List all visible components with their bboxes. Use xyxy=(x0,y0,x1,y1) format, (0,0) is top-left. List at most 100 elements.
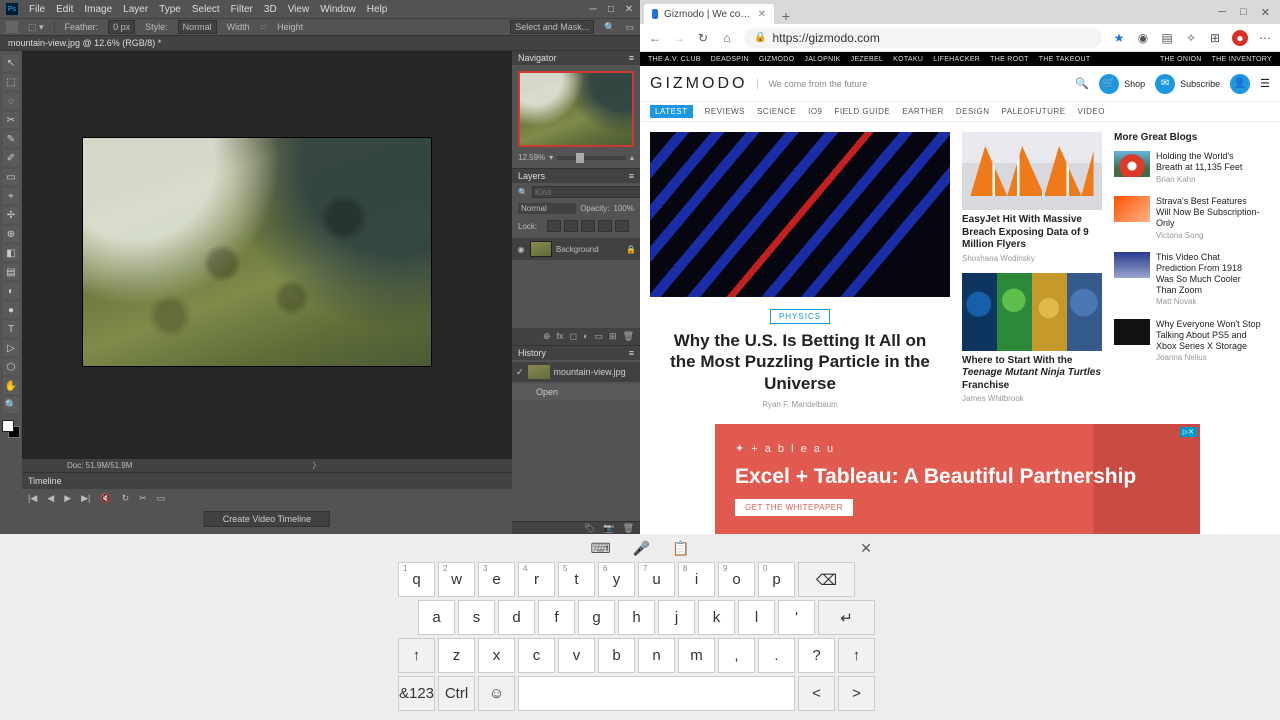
nav-io9[interactable]: IO9 xyxy=(808,107,822,116)
tool-10[interactable]: ◧ xyxy=(3,245,19,261)
menu-window[interactable]: Window xyxy=(320,4,356,15)
menu-layer[interactable]: Layer xyxy=(123,4,148,15)
key-'[interactable]: ' xyxy=(778,600,815,635)
article-card[interactable]: EasyJet Hit With Massive Breach Exposing… xyxy=(962,132,1102,263)
nav-reviews[interactable]: REVIEWS xyxy=(705,107,745,116)
network-link[interactable]: LIFEHACKER xyxy=(933,56,980,63)
menu-image[interactable]: Image xyxy=(84,4,112,15)
sidebar-item[interactable]: Strava's Best Features Will Now Be Subsc… xyxy=(1114,196,1262,240)
article-author[interactable]: Shoshana Wodinsky xyxy=(962,254,1102,263)
profile-icon[interactable]: ● xyxy=(1232,30,1248,46)
network-link[interactable]: KOTAKU xyxy=(893,56,923,63)
tl-prev-icon[interactable]: ◀ xyxy=(47,493,54,504)
close-button[interactable]: ✕ xyxy=(1261,6,1270,19)
history-step[interactable]: Open xyxy=(512,384,640,400)
tl-first-icon[interactable]: |◀ xyxy=(28,493,37,504)
tool-11[interactable]: ▤ xyxy=(3,264,19,280)
key-o[interactable]: 9o xyxy=(718,562,755,597)
key-.[interactable]: . xyxy=(758,638,795,673)
lock-all-icon[interactable] xyxy=(615,220,629,232)
key-⌫[interactable]: ⌫ xyxy=(798,562,855,597)
feather-input[interactable]: 0 px xyxy=(108,20,135,34)
network-link[interactable]: THE ROOT xyxy=(990,56,1029,63)
key-p[interactable]: 0p xyxy=(758,562,795,597)
lock-pixels-icon[interactable] xyxy=(564,220,578,232)
search-icon[interactable]: 🔍 xyxy=(1075,77,1089,90)
network-link[interactable]: GIZMODO xyxy=(759,56,795,63)
key-,[interactable]: , xyxy=(718,638,755,673)
zoom-value[interactable]: 12.59% xyxy=(518,153,545,162)
key-i[interactable]: 8i xyxy=(678,562,715,597)
tool-8[interactable]: ✢ xyxy=(3,207,19,223)
maximize-button[interactable]: □ xyxy=(606,4,616,14)
maximize-button[interactable]: □ xyxy=(1240,6,1247,19)
zoom-slider[interactable] xyxy=(557,156,626,160)
key-&123[interactable]: &123 xyxy=(398,676,435,711)
key-d[interactable]: d xyxy=(498,600,535,635)
network-link[interactable]: THE TAKEOUT xyxy=(1039,56,1091,63)
sidebar-item[interactable]: Holding the World's Breath at 11,135 Fee… xyxy=(1114,151,1262,184)
network-link[interactable]: DEADSPIN xyxy=(711,56,749,63)
layer-name[interactable]: Background xyxy=(556,245,599,254)
close-button[interactable]: ✕ xyxy=(624,4,634,14)
network-link[interactable]: THE INVENTORY xyxy=(1212,56,1272,63)
menu-help[interactable]: Help xyxy=(367,4,388,15)
lock-artboard-icon[interactable] xyxy=(598,220,612,232)
url-input[interactable]: 🔒 https://gizmodo.com xyxy=(744,28,1102,48)
sidebar-item[interactable]: Why Everyone Won't Stop Talking About PS… xyxy=(1114,319,1262,363)
layer-row[interactable]: ◉ Background 🔒 xyxy=(512,238,640,260)
network-link[interactable]: THE ONION xyxy=(1160,56,1202,63)
ext2-icon[interactable]: ▤ xyxy=(1160,31,1174,45)
ad-tag[interactable]: ▷✕ xyxy=(1180,427,1197,437)
key-Ctrl[interactable]: Ctrl xyxy=(438,676,475,711)
sidebar-item-author[interactable]: Joanna Nelius xyxy=(1156,353,1262,363)
key-f[interactable]: f xyxy=(538,600,575,635)
sidebar-item[interactable]: This Video Chat Prediction From 1918 Was… xyxy=(1114,252,1262,307)
key-z[interactable]: z xyxy=(438,638,475,673)
home-icon[interactable]: ⌂ xyxy=(720,31,734,45)
network-link[interactable]: JALOPNIK xyxy=(804,56,840,63)
adjustment-icon[interactable]: ◐ xyxy=(583,331,588,342)
network-link[interactable]: JEZEBEL xyxy=(851,56,883,63)
key-r[interactable]: 4r xyxy=(518,562,555,597)
key-j[interactable]: j xyxy=(658,600,695,635)
nav-design[interactable]: DESIGN xyxy=(956,107,990,116)
tool-4[interactable]: ✎ xyxy=(3,131,19,147)
marquee-tool-icon[interactable]: ⬚ ▾ xyxy=(28,22,44,33)
key-u[interactable]: 7u xyxy=(638,562,675,597)
key-space[interactable] xyxy=(518,676,795,711)
sidebar-item-author[interactable]: Matt Novak xyxy=(1156,297,1262,307)
visibility-icon[interactable]: ◉ xyxy=(516,245,526,254)
lock-position-icon[interactable] xyxy=(581,220,595,232)
nav-earther[interactable]: EARTHER xyxy=(902,107,944,116)
key-n[interactable]: n xyxy=(638,638,675,673)
menu-select[interactable]: Select xyxy=(192,4,220,15)
sidebar-item-title[interactable]: Why Everyone Won't Stop Talking About PS… xyxy=(1156,319,1261,351)
link-layers-icon[interactable]: ⊕ xyxy=(543,331,551,342)
key-k[interactable]: k xyxy=(698,600,735,635)
tool-17[interactable]: ✋ xyxy=(3,378,19,394)
back-icon[interactable]: ← xyxy=(648,31,662,45)
workspace-icon[interactable]: ▭ xyxy=(625,22,634,33)
nav-video[interactable]: VIDEO xyxy=(1078,107,1105,116)
layer-filter-input[interactable] xyxy=(532,186,648,198)
tool-0[interactable]: ↖ xyxy=(3,55,19,71)
forward-icon[interactable]: → xyxy=(672,31,686,45)
menu-view[interactable]: View xyxy=(288,4,310,15)
panel-menu-icon[interactable]: ≡ xyxy=(629,348,634,358)
nav-latest[interactable]: LATEST xyxy=(650,105,693,118)
key-q[interactable]: 1q xyxy=(398,562,435,597)
panel-menu-icon[interactable]: ≡ xyxy=(629,53,634,63)
shop-button[interactable]: 🛒Shop xyxy=(1099,74,1145,94)
hero-author[interactable]: Ryan F. Mandelbaum xyxy=(650,400,950,409)
navigator-thumbnail[interactable] xyxy=(518,71,634,147)
delete-layer-icon[interactable]: 🗑 xyxy=(623,331,634,342)
hamburger-icon[interactable]: ☰ xyxy=(1260,77,1270,90)
lock-icon[interactable]: 🔒 xyxy=(626,245,636,254)
sidebar-item-title[interactable]: Holding the World's Breath at 11,135 Fee… xyxy=(1156,151,1242,172)
sidebar-item-title[interactable]: Strava's Best Features Will Now Be Subsc… xyxy=(1156,196,1260,228)
key-t[interactable]: 5t xyxy=(558,562,595,597)
tl-next-icon[interactable]: ▶| xyxy=(81,493,90,504)
opacity-input[interactable]: 100% xyxy=(614,204,634,213)
key-<[interactable]: < xyxy=(798,676,835,711)
